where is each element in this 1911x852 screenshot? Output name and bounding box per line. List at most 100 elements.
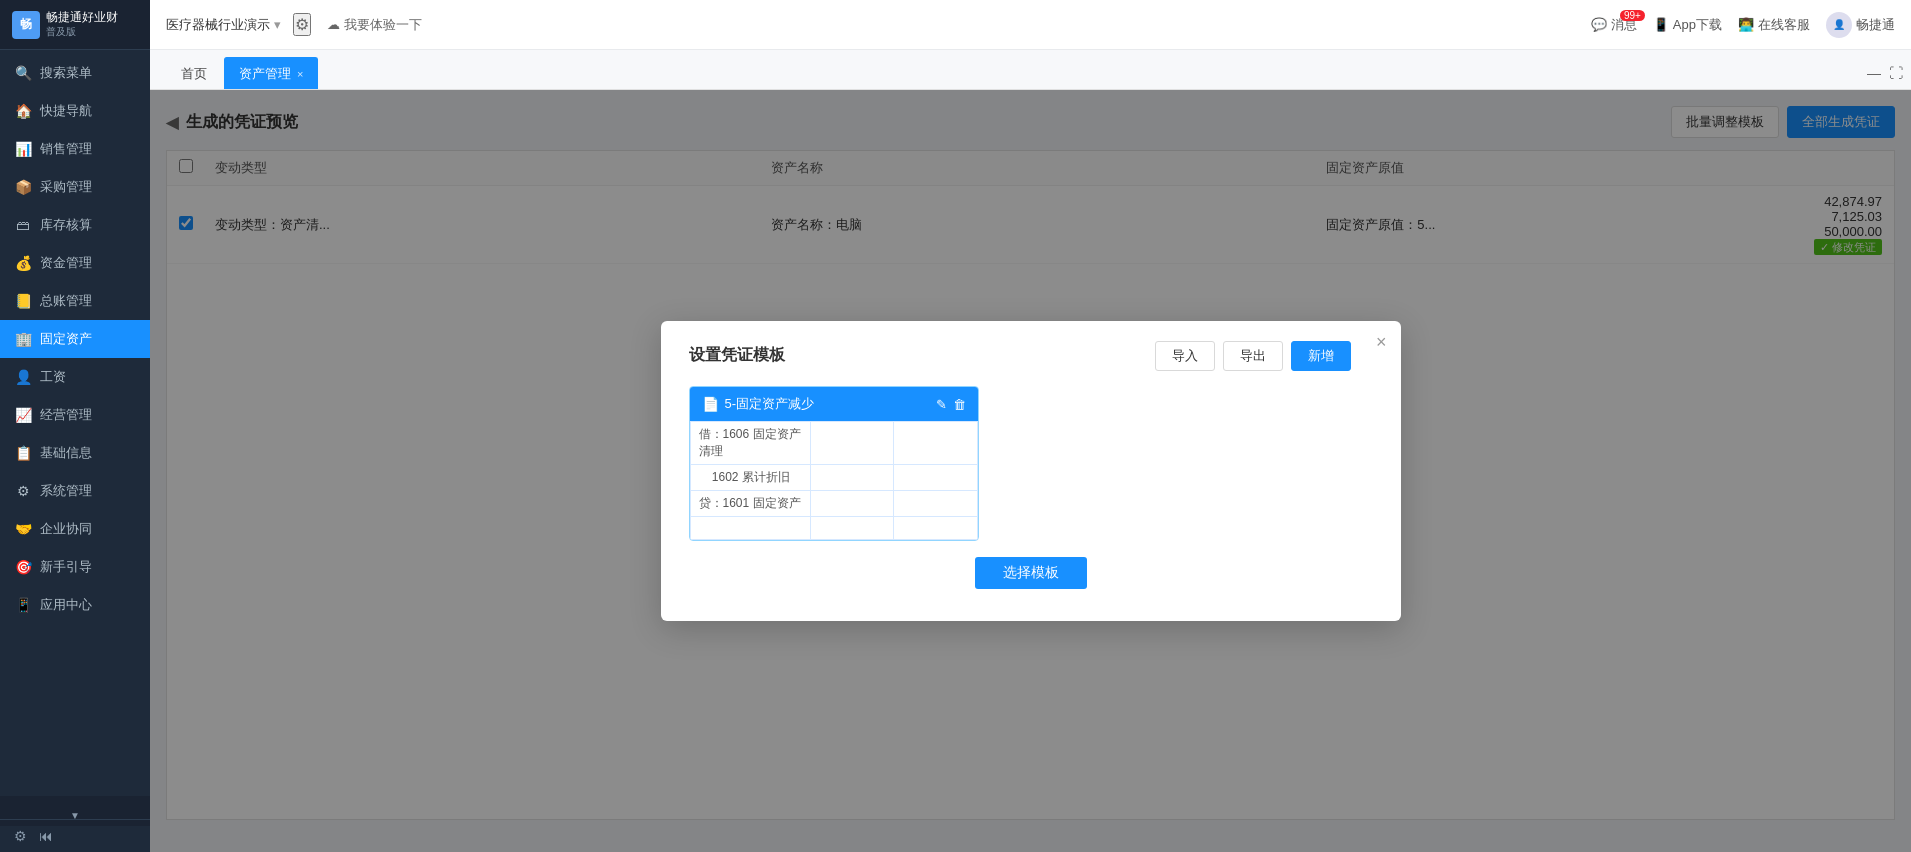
sidebar-label-payroll: 工资 [40, 368, 66, 386]
company-selector[interactable]: 医疗器械行业演示 ▾ [166, 16, 281, 34]
template-header-left: 📄 5-固定资产减少 [702, 395, 815, 413]
sidebar-nav: 🔍 搜索菜单 🏠 快捷导航 📊 销售管理 📦 采购管理 🗃 库存核算 💰 资金管… [0, 50, 150, 803]
sidebar-item-ledger[interactable]: 📒 总账管理 [0, 282, 150, 320]
template-row-2: 1602 累计折旧 [690, 465, 977, 491]
messages-badge: 99+ [1620, 10, 1645, 21]
corp-collab-icon: 🤝 [14, 520, 32, 538]
sidebar-label-system: 系统管理 [40, 482, 92, 500]
sidebar: 畅 畅捷通好业财 普及版 🔍 搜索菜单 🏠 快捷导航 📊 销售管理 📦 采购管理… [0, 0, 150, 852]
logo-icon: 畅 [12, 11, 40, 39]
online-service-icon: 👨‍💻 [1738, 17, 1754, 32]
tab-asset-mgmt[interactable]: 资产管理 × [224, 57, 318, 89]
sidebar-label-sales: 销售管理 [40, 140, 92, 158]
sidebar-label-base-info: 基础信息 [40, 444, 92, 462]
app-download-icon: 📱 [1653, 17, 1669, 32]
sidebar-label-corp-collab: 企业协同 [40, 520, 92, 538]
sidebar-item-app-center[interactable]: 📱 应用中心 [0, 586, 150, 624]
purchase-icon: 📦 [14, 178, 32, 196]
template-delete-icon[interactable]: 🗑 [953, 397, 966, 412]
template-row-4-col3 [894, 517, 978, 540]
template-row-3: 贷：1601 固定资产 [690, 491, 977, 517]
template-card: 📄 5-固定资产减少 ✎ 🗑 借：1606 固定资产清理 [689, 386, 979, 541]
sidebar-label-fixed-assets: 固定资产 [40, 330, 92, 348]
inventory-icon: 🗃 [14, 216, 32, 234]
guide-icon: 🎯 [14, 558, 32, 576]
template-name: 5-固定资产减少 [725, 395, 815, 413]
dialog-close-button[interactable]: × [1376, 333, 1387, 351]
template-row-1-label: 借：1606 固定资产清理 [690, 422, 810, 465]
avatar: 👤 [1826, 12, 1852, 38]
messages-button[interactable]: 💬 消息 99+ [1591, 16, 1637, 34]
template-row-1-col3 [894, 422, 978, 465]
sidebar-item-system[interactable]: ⚙ 系统管理 [0, 472, 150, 510]
tabs-bar: 首页 资产管理 × — ⛶ [150, 50, 1911, 90]
sidebar-label-search: 搜索菜单 [40, 64, 92, 82]
sidebar-item-corp-collab[interactable]: 🤝 企业协同 [0, 510, 150, 548]
template-row-4 [690, 517, 977, 540]
sidebar-label-finance: 资金管理 [40, 254, 92, 272]
template-table: 借：1606 固定资产清理 1602 累计折旧 贷：1601 固定资产 [690, 421, 978, 540]
new-template-button[interactable]: 新增 [1291, 341, 1351, 371]
set-template-dialog: 设置凭证模板 导入 导出 新增 × 📄 5-固定资产减少 ✎ [661, 321, 1401, 621]
template-row-4-label [690, 517, 810, 540]
topbar-settings-button[interactable]: ⚙ [293, 13, 311, 36]
topbar: 医疗器械行业演示 ▾ ⚙ ☁ 我要体验一下 💬 消息 99+ 📱 App下载 👨… [150, 0, 1911, 50]
sidebar-item-operations[interactable]: 📈 经营管理 [0, 396, 150, 434]
message-icon: 💬 [1591, 17, 1607, 32]
experience-label: 我要体验一下 [344, 16, 422, 34]
online-service-button[interactable]: 👨‍💻 在线客服 [1738, 16, 1810, 34]
sidebar-item-search[interactable]: 🔍 搜索菜单 [0, 54, 150, 92]
sidebar-item-quick-nav[interactable]: 🏠 快捷导航 [0, 92, 150, 130]
collapse-button[interactable]: ⏮ [39, 828, 53, 844]
sidebar-label-guide: 新手引导 [40, 558, 92, 576]
payroll-icon: 👤 [14, 368, 32, 386]
export-button[interactable]: 导出 [1223, 341, 1283, 371]
tab-actions: — ⛶ [1859, 57, 1911, 89]
template-row-3-col3 [894, 491, 978, 517]
template-row-2-label: 1602 累计折旧 [690, 465, 810, 491]
template-row-3-col2 [810, 491, 894, 517]
operations-icon: 📈 [14, 406, 32, 424]
sidebar-item-payroll[interactable]: 👤 工资 [0, 358, 150, 396]
template-header-actions: ✎ 🗑 [936, 397, 966, 412]
company-name: 医疗器械行业演示 [166, 16, 270, 34]
sidebar-item-sales[interactable]: 📊 销售管理 [0, 130, 150, 168]
app-download-button[interactable]: 📱 App下载 [1653, 16, 1722, 34]
dialog-toolbar: 导入 导出 新增 [1155, 341, 1351, 371]
sidebar-label-purchase: 采购管理 [40, 178, 92, 196]
tab-close-icon[interactable]: × [297, 68, 303, 80]
template-card-header: 📄 5-固定资产减少 ✎ 🗑 [690, 387, 978, 421]
app-center-icon: 📱 [14, 596, 32, 614]
main-area: 医疗器械行业演示 ▾ ⚙ ☁ 我要体验一下 💬 消息 99+ 📱 App下载 👨… [150, 0, 1911, 852]
sales-icon: 📊 [14, 140, 32, 158]
sidebar-item-finance[interactable]: 💰 资金管理 [0, 244, 150, 282]
sidebar-label-app-center: 应用中心 [40, 596, 92, 614]
sidebar-label-inventory: 库存核算 [40, 216, 92, 234]
sidebar-item-purchase[interactable]: 📦 采购管理 [0, 168, 150, 206]
template-row-2-col3 [894, 465, 978, 491]
template-row-4-col2 [810, 517, 894, 540]
select-template-button[interactable]: 选择模板 [975, 557, 1087, 589]
sidebar-item-inventory[interactable]: 🗃 库存核算 [0, 206, 150, 244]
user-profile-button[interactable]: 👤 畅捷通 [1826, 12, 1895, 38]
tab-home[interactable]: 首页 [166, 57, 222, 89]
import-button[interactable]: 导入 [1155, 341, 1215, 371]
template-row-3-label: 贷：1601 固定资产 [690, 491, 810, 517]
template-edit-icon[interactable]: ✎ [936, 397, 947, 412]
finance-icon: 💰 [14, 254, 32, 272]
sidebar-item-fixed-assets[interactable]: 🏢 固定资产 [0, 320, 150, 358]
logo-title: 畅捷通好业财 [46, 10, 118, 26]
tab-expand-button[interactable]: ⛶ [1889, 57, 1903, 89]
experience-button[interactable]: ☁ 我要体验一下 [327, 16, 422, 34]
sidebar-item-guide[interactable]: 🎯 新手引导 [0, 548, 150, 586]
tab-minimize-button[interactable]: — [1867, 57, 1881, 89]
experience-icon: ☁ [327, 17, 340, 32]
username-label: 畅捷通 [1856, 16, 1895, 34]
settings-button[interactable]: ⚙ [14, 828, 27, 844]
online-service-label: 在线客服 [1758, 16, 1810, 34]
app-logo: 畅 畅捷通好业财 普及版 [0, 0, 150, 50]
sidebar-label-ledger: 总账管理 [40, 292, 92, 310]
ledger-icon: 📒 [14, 292, 32, 310]
logo-sub: 普及版 [46, 25, 118, 39]
sidebar-item-base-info[interactable]: 📋 基础信息 [0, 434, 150, 472]
